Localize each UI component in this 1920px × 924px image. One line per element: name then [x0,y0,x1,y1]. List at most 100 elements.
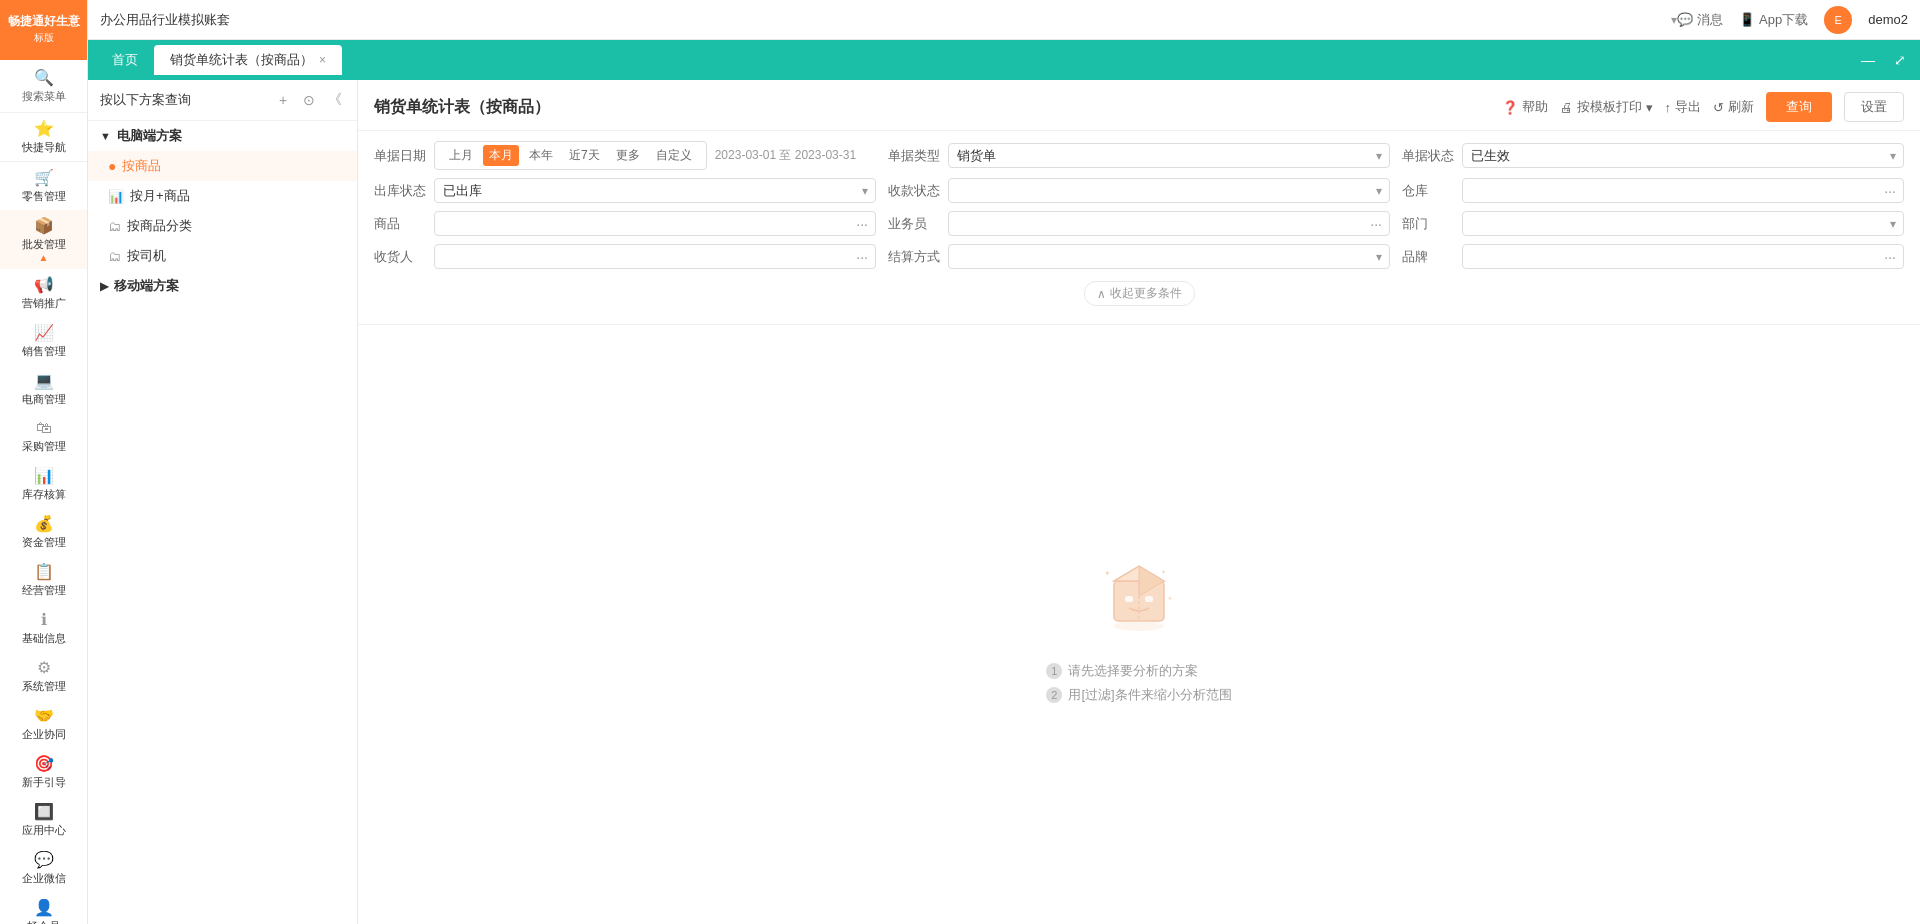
receiver-dots-icon[interactable]: ··· [856,249,868,265]
tip-num-2: 2 [1046,687,1062,703]
payment-method-input[interactable] [948,244,1390,269]
print-dropdown-icon[interactable]: ▾ [1646,100,1653,115]
filter-row-2: 出库状态 已出库 ▾ 收款状态 ▾ [374,178,1904,203]
payment-status-input[interactable] [948,178,1390,203]
product-input[interactable] [434,211,876,236]
sidebar-item-inventory[interactable]: 📊 库存核算 [0,460,87,508]
tab-bar-actions: — ⤢ [1856,48,1912,72]
system-icon: ⚙ [37,658,51,677]
avatar-text: E [1835,14,1842,26]
sidebar-item-marketing[interactable]: 📢 营销推广 [0,269,87,317]
tree-active-dot: ● [108,158,116,174]
date-7days-btn[interactable]: 近7天 [563,145,606,166]
refresh-button[interactable]: ↺ 刷新 [1713,98,1754,116]
salesperson-input[interactable] [948,211,1390,236]
sidebar-item-retail[interactable]: 🛒 零售管理 [0,162,87,210]
salesperson-dots-icon[interactable]: ··· [1370,216,1382,232]
sidebar-item-wholesale[interactable]: 📦 批发管理 ▲ [0,210,87,269]
date-this-month-btn[interactable]: 本月 [483,145,519,166]
tab-home[interactable]: 首页 [96,45,154,75]
tree-item-by-product[interactable]: ● 按商品 [88,151,357,181]
tree-item-by-category[interactable]: 🗂 按商品分类 [88,211,357,241]
warehouse-dots-icon[interactable]: ··· [1884,183,1896,199]
date-more-btn[interactable]: 更多 [610,145,646,166]
sidebar-item-finance[interactable]: 💰 资金管理 [0,508,87,556]
date-custom-btn[interactable]: 自定义 [650,145,698,166]
stock-status-label: 出库状态 [374,182,434,200]
sidebar-guide-label: 新手引导 [22,775,66,790]
add-icon: + [279,92,287,108]
doc-status-select[interactable]: 已生效 [1462,143,1904,168]
sidebar-item-basic-info[interactable]: ℹ 基础信息 [0,604,87,652]
date-this-year-btn[interactable]: 本年 [523,145,559,166]
doc-type-control: 销货单 ▾ [948,143,1390,168]
doc-type-select[interactable]: 销货单 [948,143,1390,168]
sidebar-membership-label: 畅会员 [27,919,60,924]
app-download-button[interactable]: 📱 App下载 [1739,11,1808,29]
membership-icon: 👤 [34,898,54,917]
stock-status-control: 已出库 ▾ [434,178,876,203]
tab-active[interactable]: 销货单统计表（按商品） × [154,45,342,75]
tree-item-month-label: 按月+商品 [130,187,190,205]
collapse-panel-button[interactable]: 《 [325,90,345,110]
query-button[interactable]: 查询 [1766,92,1832,122]
sidebar-item-membership[interactable]: 👤 畅会员 [0,892,87,924]
empty-tip-1: 1 请先选择要分析的方案 [1046,662,1231,680]
tab-close-icon[interactable]: × [319,53,326,67]
message-button[interactable]: 💬 消息 [1677,11,1723,29]
bar-chart-icon: 📊 [108,189,124,204]
setting-button[interactable]: 设置 [1844,92,1904,122]
receiver-input[interactable] [434,244,876,269]
tree-group-pc[interactable]: ▼ 电脑端方案 [88,121,357,151]
date-last-month-btn[interactable]: 上月 [443,145,479,166]
sidebar-item-sales[interactable]: 📈 销售管理 [0,317,87,365]
warehouse-input[interactable] [1462,178,1904,203]
page-title: 销货单统计表（按商品） [374,97,1502,118]
product-dots-icon[interactable]: ··· [856,216,868,232]
export-button[interactable]: ↑ 导出 [1665,98,1702,116]
print-button[interactable]: 🖨 按模板打印 ▾ [1560,98,1653,116]
sidebar-item-enterprise[interactable]: 🤝 企业协同 [0,700,87,748]
sidebar-item-quick-nav[interactable]: ⭐ 快捷导航 [0,113,87,162]
sidebar-item-app-center[interactable]: 🔲 应用中心 [0,796,87,844]
ecommerce-icon: 💻 [34,371,54,390]
sidebar-item-ecommerce[interactable]: 💻 电商管理 [0,365,87,413]
filter-area: 单据日期 上月 本月 本年 近7天 更多 自定义 2023-03-01 至 20… [358,131,1920,325]
left-panel: 按以下方案查询 + ⊙ 《 ▼ 电脑端方案 [88,80,358,924]
sidebar-item-search[interactable]: 🔍 搜索菜单 [0,60,87,113]
brand-input[interactable] [1462,244,1904,269]
sidebar-logo[interactable]: 畅捷通好生意标版 [0,0,88,60]
add-scheme-button[interactable]: + [273,90,293,110]
sidebar-item-purchase[interactable]: 🛍 采购管理 [0,413,87,460]
page-header-actions: ❓ 帮助 🖨 按模板打印 ▾ ↑ 导出 ↺ 刷新 [1502,92,1905,122]
sidebar-item-system[interactable]: ⚙ 系统管理 [0,652,87,700]
tree-item-by-month-product[interactable]: 📊 按月+商品 [88,181,357,211]
quick-nav-icon: ⭐ [34,119,54,138]
edit-scheme-button[interactable]: ⊙ [299,90,319,110]
app-center-icon: 🔲 [34,802,54,821]
stock-status-select[interactable]: 已出库 [434,178,876,203]
tab-active-label: 销货单统计表（按商品） [170,51,313,69]
tab-minimize-button[interactable]: — [1856,48,1880,72]
filter-payment-status: 收款状态 ▾ [888,178,1390,203]
sidebar-quick-nav-label: 快捷导航 [22,140,66,155]
brand-label: 品牌 [1402,248,1462,266]
sidebar-item-guide[interactable]: 🎯 新手引导 [0,748,87,796]
sidebar-search-label: 搜索菜单 [22,89,66,104]
tree-item-by-driver[interactable]: 🗂 按司机 [88,241,357,271]
tree-group-mobile[interactable]: ▶ 移动端方案 [88,271,357,301]
sidebar-item-wechat[interactable]: 💬 企业微信 [0,844,87,892]
date-range-text: 2023-03-01 至 2023-03-31 [715,147,856,164]
app-download-label: App下载 [1759,11,1808,29]
sidebar-item-operations[interactable]: 📋 经营管理 [0,556,87,604]
salesperson-control: ··· [948,211,1390,236]
brand-dots-icon[interactable]: ··· [1884,249,1896,265]
top-header: 办公用品行业模拟账套 ▾ 💬 消息 📱 App下载 E demo2 [88,0,1920,40]
collapse-more-label: 收起更多条件 [1110,285,1182,302]
collapse-more-button[interactable]: ∧ 收起更多条件 [1084,281,1195,306]
tip-text-1: 请先选择要分析的方案 [1068,662,1198,680]
tab-maximize-button[interactable]: ⤢ [1888,48,1912,72]
app-industry-name: 办公用品行业模拟账套 [100,11,1671,29]
department-input[interactable] [1462,211,1904,236]
help-button[interactable]: ❓ 帮助 [1502,98,1548,116]
